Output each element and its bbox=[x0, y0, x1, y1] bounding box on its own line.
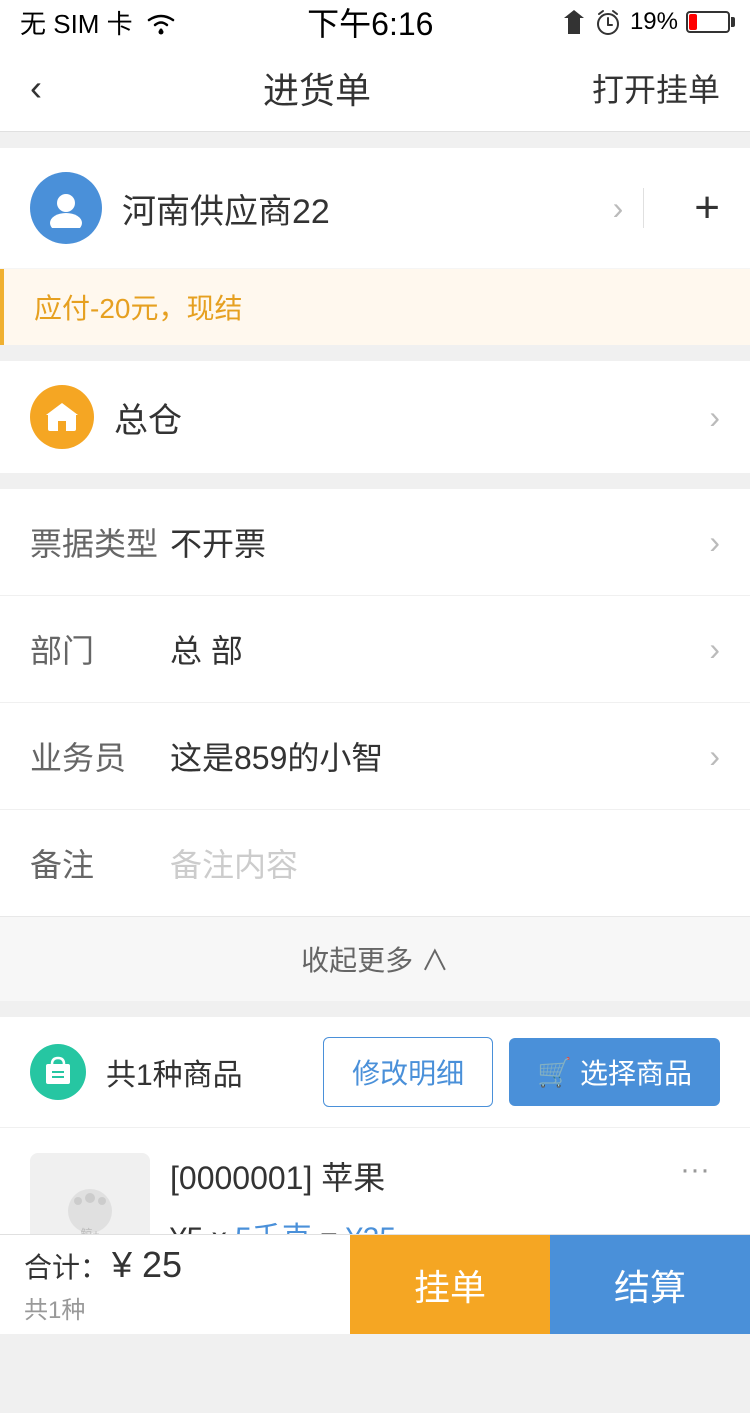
location-icon bbox=[562, 8, 586, 36]
warehouse-card: 总仓 › bbox=[0, 361, 750, 473]
supplier-chevron-icon: › bbox=[613, 190, 624, 227]
carrier-label: 无 SIM 卡 bbox=[20, 4, 133, 41]
warehouse-chevron-icon: › bbox=[709, 399, 720, 436]
edit-detail-button[interactable]: 修改明细 bbox=[323, 1037, 493, 1107]
status-left: 无 SIM 卡 bbox=[20, 4, 179, 41]
product-section-icon bbox=[30, 1044, 86, 1100]
supplier-card: 河南供应商22 › + 应付-20元，现结 bbox=[0, 148, 750, 345]
open-pending-button[interactable]: 打开挂单 bbox=[592, 65, 720, 111]
invoice-value: 不开票 bbox=[170, 519, 709, 565]
total-count: 共1种 bbox=[24, 1290, 326, 1325]
product-name: [0000001] 苹果 bbox=[170, 1153, 670, 1199]
status-right: 19% bbox=[562, 8, 730, 36]
payment-notice: 应付-20元，现结 bbox=[0, 269, 750, 345]
form-row-salesperson[interactable]: 业务员 这是859的小智 › bbox=[0, 703, 750, 810]
invoice-label: 票据类型 bbox=[30, 519, 170, 565]
add-supplier-button[interactable]: + bbox=[694, 183, 720, 233]
bottom-bar: 合计： ¥ 25 共1种 挂单 结算 bbox=[0, 1234, 750, 1334]
salesperson-chevron-icon: › bbox=[709, 738, 720, 775]
invoice-chevron-icon: › bbox=[709, 524, 720, 561]
status-time: 下午6:16 bbox=[307, 0, 433, 45]
total-label: 合计： bbox=[24, 1246, 108, 1286]
total-section: 合计： ¥ 25 共1种 bbox=[0, 1235, 350, 1334]
back-button[interactable]: ‹ bbox=[30, 67, 42, 109]
product-name-text: 苹果 bbox=[321, 1160, 385, 1196]
remark-placeholder[interactable]: 备注内容 bbox=[170, 840, 720, 886]
product-count-label: 共1种商品 bbox=[106, 1050, 323, 1094]
remark-label: 备注 bbox=[30, 840, 170, 886]
warehouse-label: 总仓 bbox=[114, 393, 709, 442]
supplier-name: 河南供应商22 bbox=[122, 184, 613, 233]
warehouse-row[interactable]: 总仓 › bbox=[0, 361, 750, 473]
status-bar: 无 SIM 卡 下午6:16 19% bbox=[0, 0, 750, 44]
product-header: 共1种商品 修改明细 🛒 选择商品 bbox=[0, 1017, 750, 1128]
department-label: 部门 bbox=[30, 626, 170, 672]
warehouse-icon bbox=[30, 385, 94, 449]
salesperson-value: 这是859的小智 bbox=[170, 733, 709, 779]
product-more-button[interactable]: ··· bbox=[670, 1153, 720, 1187]
total-amount: ¥ 25 bbox=[112, 1244, 182, 1286]
checkout-button[interactable]: 结算 bbox=[550, 1235, 750, 1334]
supplier-avatar bbox=[30, 172, 102, 244]
alarm-icon bbox=[594, 8, 622, 36]
select-product-button[interactable]: 🛒 选择商品 bbox=[509, 1038, 720, 1106]
wifi-icon bbox=[143, 8, 179, 36]
product-code: [0000001] bbox=[170, 1160, 312, 1196]
department-chevron-icon: › bbox=[709, 631, 720, 668]
form-card: 票据类型 不开票 › 部门 总 部 › 业务员 这是859的小智 › 备注 备注… bbox=[0, 489, 750, 1001]
form-row-department[interactable]: 部门 总 部 › bbox=[0, 596, 750, 703]
total-row: 合计： ¥ 25 bbox=[24, 1244, 326, 1286]
form-row-remark[interactable]: 备注 备注内容 bbox=[0, 810, 750, 916]
page-title: 进货单 bbox=[263, 62, 371, 114]
main-content: 河南供应商22 › + 应付-20元，现结 总仓 › 票据类型 不开票 › bbox=[0, 148, 750, 1413]
supplier-divider bbox=[643, 188, 644, 228]
form-row-invoice[interactable]: 票据类型 不开票 › bbox=[0, 489, 750, 596]
department-value: 总 部 bbox=[170, 626, 709, 672]
hang-button[interactable]: 挂单 bbox=[350, 1235, 550, 1334]
nav-bar: ‹ 进货单 打开挂单 bbox=[0, 44, 750, 132]
collapse-button[interactable]: 收起更多 ∧ bbox=[0, 916, 750, 1001]
battery-percent: 19% bbox=[630, 8, 678, 36]
select-product-label: 选择商品 bbox=[580, 1052, 692, 1092]
battery-icon bbox=[686, 11, 730, 33]
salesperson-label: 业务员 bbox=[30, 733, 170, 779]
select-product-icon: 🛒 bbox=[537, 1056, 572, 1089]
supplier-row[interactable]: 河南供应商22 › + bbox=[0, 148, 750, 269]
